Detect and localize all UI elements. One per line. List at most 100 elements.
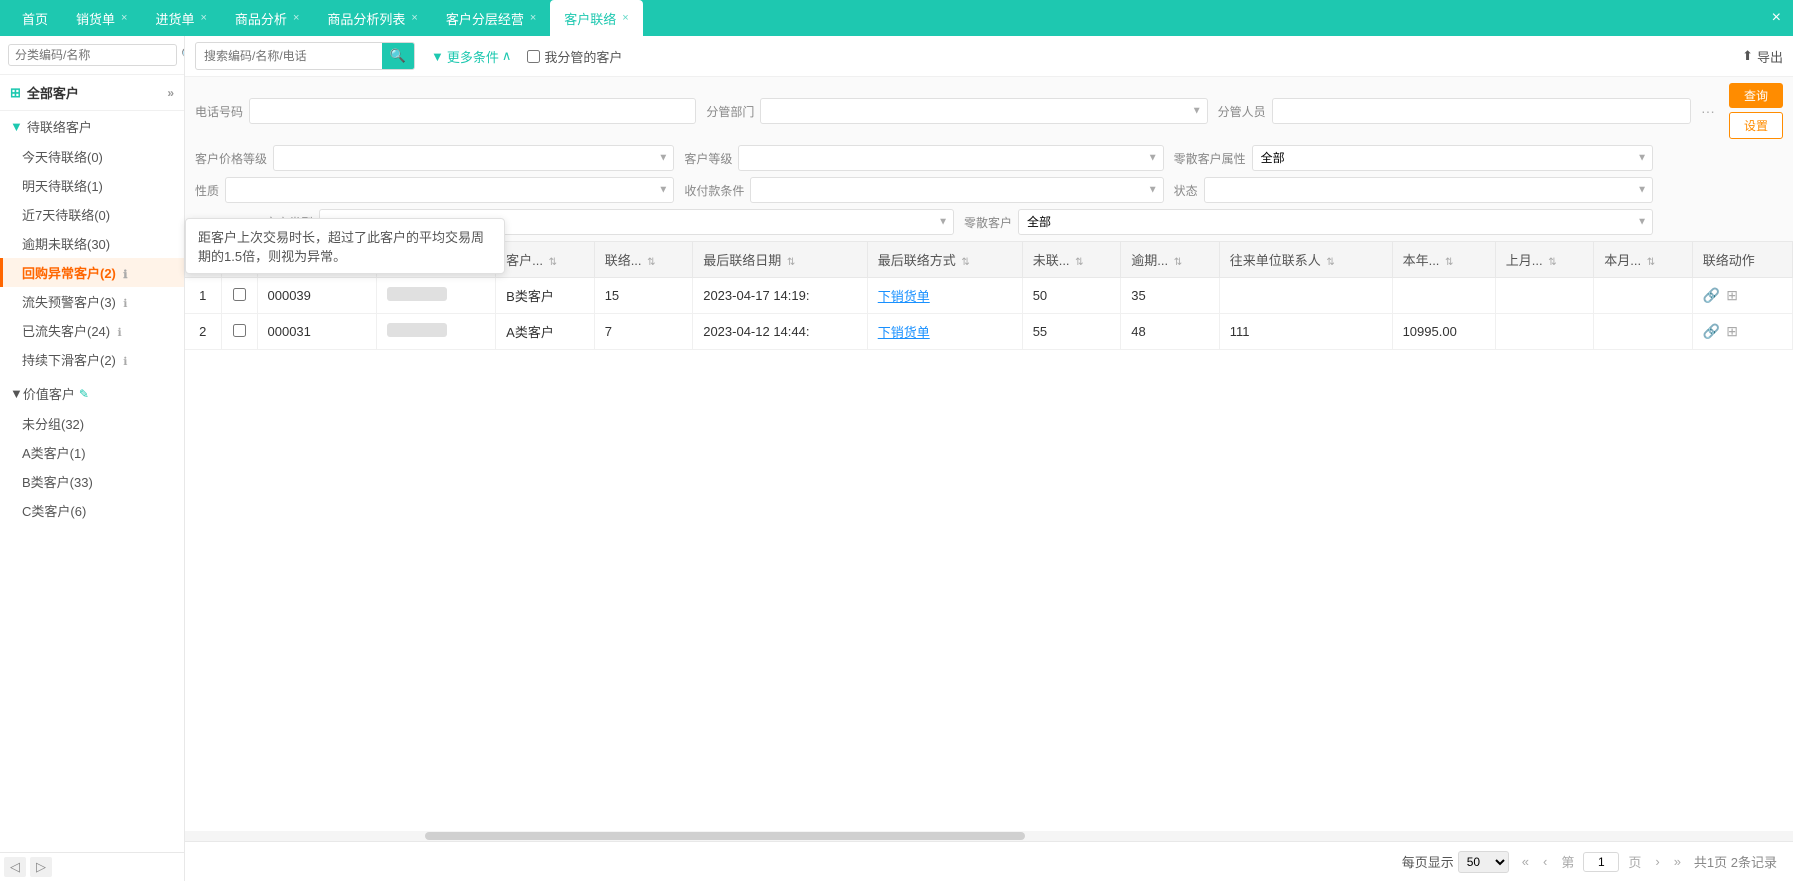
nav-close-product-analysis[interactable]: ×: [293, 12, 299, 24]
sort-date-icon[interactable]: ⇅: [787, 257, 795, 268]
filter-price-grade-wrap: ▼: [273, 145, 674, 171]
my-customers-checkbox[interactable]: [527, 50, 540, 63]
my-customers-checkbox-area[interactable]: 我分管的客户: [527, 47, 622, 66]
sidebar-pending-section[interactable]: ▼ 待联络客户: [0, 111, 184, 142]
action-grid-icon-2[interactable]: ⊞: [1726, 323, 1738, 340]
filter-person-input[interactable]: [1272, 98, 1691, 124]
filter-person-ellipsis[interactable]: ···: [1697, 103, 1719, 119]
action-link-icon-1[interactable]: 🔗: [1703, 287, 1720, 304]
toolbar-search-input[interactable]: [196, 49, 382, 63]
td-this-month-2: [1594, 314, 1693, 350]
nav-first-btn[interactable]: «: [1517, 852, 1534, 871]
filter-retail-customer: 零散客户 全部 ▼: [964, 209, 1653, 235]
td-no-2: 2: [185, 314, 221, 350]
sidebar-repurchase-abnormal[interactable]: 回购异常客户(2) ℹ: [0, 258, 184, 287]
sidebar-today-pending[interactable]: 今天待联络(0): [0, 142, 184, 171]
sidebar-unclassified[interactable]: 未分组(32): [0, 409, 184, 438]
filter-dept-select[interactable]: [760, 98, 1207, 124]
nav-prev-btn[interactable]: ‹: [1538, 852, 1552, 871]
sort-this-month-icon[interactable]: ⇅: [1647, 257, 1655, 268]
nav-close-customer-contact[interactable]: ×: [622, 12, 628, 24]
filter-row-1: 电话号码 分管部门 ▼ 分管人员 ··· 查询 设置: [195, 83, 1783, 139]
query-btn[interactable]: 查询: [1729, 83, 1783, 108]
td-checkbox-1[interactable]: [221, 278, 257, 314]
filter-gender-wrap: ▼: [225, 177, 674, 203]
page-size-select[interactable]: 50 10 20 100: [1458, 851, 1509, 873]
nav-close-purchase[interactable]: ×: [200, 12, 206, 24]
nav-item-purchase[interactable]: 进货单 ×: [141, 0, 220, 36]
sort-type-icon[interactable]: ⇅: [549, 257, 557, 268]
sidebar-all-customers[interactable]: ⊞ 全部客户 »: [0, 75, 184, 111]
sort-last-month-icon[interactable]: ⇅: [1548, 257, 1556, 268]
filter-gender-select[interactable]: [225, 177, 674, 203]
filter-retail-attribute: 零散客户属性 全部 ▼: [1174, 145, 1653, 171]
filter-status-select[interactable]: [1204, 177, 1653, 203]
row2-checkbox[interactable]: [233, 324, 246, 337]
filter-retail-attribute-select[interactable]: 全部: [1252, 145, 1653, 171]
toolbar-search-btn[interactable]: 🔍: [382, 42, 414, 70]
sidebar-overdue-pending[interactable]: 逾期未联络(30): [0, 229, 184, 258]
sidebar-already-lost[interactable]: 已流失客户(24) ℹ: [0, 316, 184, 345]
td-method-2[interactable]: 下销货单: [867, 314, 1022, 350]
sort-count-icon[interactable]: ⇅: [647, 257, 655, 268]
nav-item-product-analysis-list[interactable]: 商品分析列表 ×: [313, 0, 431, 36]
sidebar-tomorrow-pending[interactable]: 明天待联络(1): [0, 171, 184, 200]
td-action-1: 🔗 ⊞: [1692, 278, 1792, 314]
filter-retail-customer-wrap: 全部 ▼: [1018, 209, 1653, 235]
info-icon2: ℹ: [123, 298, 127, 310]
filter-retail-attribute-wrap: 全部 ▼: [1252, 145, 1653, 171]
sidebar-7day-pending[interactable]: 近7天待联络(0): [0, 200, 184, 229]
sort-unit-contact-icon[interactable]: ⇅: [1326, 257, 1334, 268]
sidebar-class-b[interactable]: B类客户(33): [0, 467, 184, 496]
filter-icon: ▼: [431, 49, 444, 64]
sidebar-class-c[interactable]: C类客户(6): [0, 496, 184, 525]
nav-item-customer-segment[interactable]: 客户分层经营 ×: [432, 0, 550, 36]
page-input[interactable]: [1583, 852, 1619, 872]
edit-icon[interactable]: ✎: [79, 387, 89, 401]
sidebar-class-a-1[interactable]: A类客户(1): [0, 438, 184, 467]
nav-item-home[interactable]: 首页: [8, 0, 62, 36]
settings-btn[interactable]: 设置: [1729, 112, 1783, 139]
sort-this-year-icon[interactable]: ⇅: [1445, 257, 1453, 268]
main-layout: 🔍 ⊞ 全部客户 » ▼ 待联络客户 今天待联络(0) 明天待联络(1) 近7天…: [0, 36, 1793, 881]
filter-customer-grade-select[interactable]: [738, 145, 1163, 171]
filter-payment-select[interactable]: [750, 177, 1163, 203]
nav-item-customer-contact[interactable]: 客户联络 ×: [550, 0, 642, 36]
action-link-icon-2[interactable]: 🔗: [1703, 323, 1720, 340]
nav-item-sales[interactable]: 销货单 ×: [62, 0, 141, 36]
nav-item-product-analysis[interactable]: 商品分析 ×: [221, 0, 313, 36]
horizontal-scrollbar[interactable]: [185, 831, 1793, 841]
sidebar-declining[interactable]: 持续下滑客户(2) ℹ: [0, 345, 184, 374]
filter-retail-customer-select[interactable]: 全部: [1018, 209, 1653, 235]
action-icons-2: 🔗 ⊞: [1703, 323, 1782, 340]
nav-close-customer-segment[interactable]: ×: [530, 12, 536, 24]
nav-close-sales[interactable]: ×: [121, 12, 127, 24]
nav-last-btn[interactable]: »: [1669, 852, 1686, 871]
tooltip-box: 距客户上次交易时长，超过了此客户的平均交易周期的1.5倍，则视为异常。: [185, 218, 505, 274]
export-btn[interactable]: ⬆ 导出: [1742, 47, 1783, 66]
scroll-thumb[interactable]: [425, 832, 1025, 840]
row1-checkbox[interactable]: [233, 288, 246, 301]
sort-method-icon[interactable]: ⇅: [961, 257, 969, 268]
page-suffix: 页: [1623, 850, 1646, 873]
sidebar-search-area: 🔍: [0, 36, 184, 75]
nav-next-btn[interactable]: ›: [1650, 852, 1664, 871]
sort-uncollected-icon[interactable]: ⇅: [1075, 257, 1083, 268]
filter-phone-input[interactable]: [249, 98, 696, 124]
more-conditions-btn[interactable]: ▼ 更多条件 ∧: [423, 42, 519, 70]
sidebar-scroll-right[interactable]: ▷: [30, 857, 52, 877]
sidebar-scroll-controls: ◁ ▷: [0, 852, 184, 881]
fold-icon[interactable]: »: [167, 86, 174, 100]
td-method-1[interactable]: 下销货单: [867, 278, 1022, 314]
nav-close-product-analysis-list[interactable]: ×: [411, 12, 417, 24]
sort-overdue-icon[interactable]: ⇅: [1174, 257, 1182, 268]
sidebar-value-section[interactable]: ▼ 价值客户 ✎: [0, 378, 184, 409]
sidebar-lost-warning[interactable]: 流失预警客户(3) ℹ: [0, 287, 184, 316]
td-checkbox-2[interactable]: [221, 314, 257, 350]
sidebar-scroll-left[interactable]: ◁: [4, 857, 26, 877]
td-overdue-1: 35: [1121, 278, 1220, 314]
sidebar-search-input[interactable]: [8, 44, 177, 66]
filter-price-grade-select[interactable]: [273, 145, 674, 171]
window-close-btn[interactable]: ×: [1772, 9, 1781, 27]
action-grid-icon-1[interactable]: ⊞: [1726, 287, 1738, 304]
